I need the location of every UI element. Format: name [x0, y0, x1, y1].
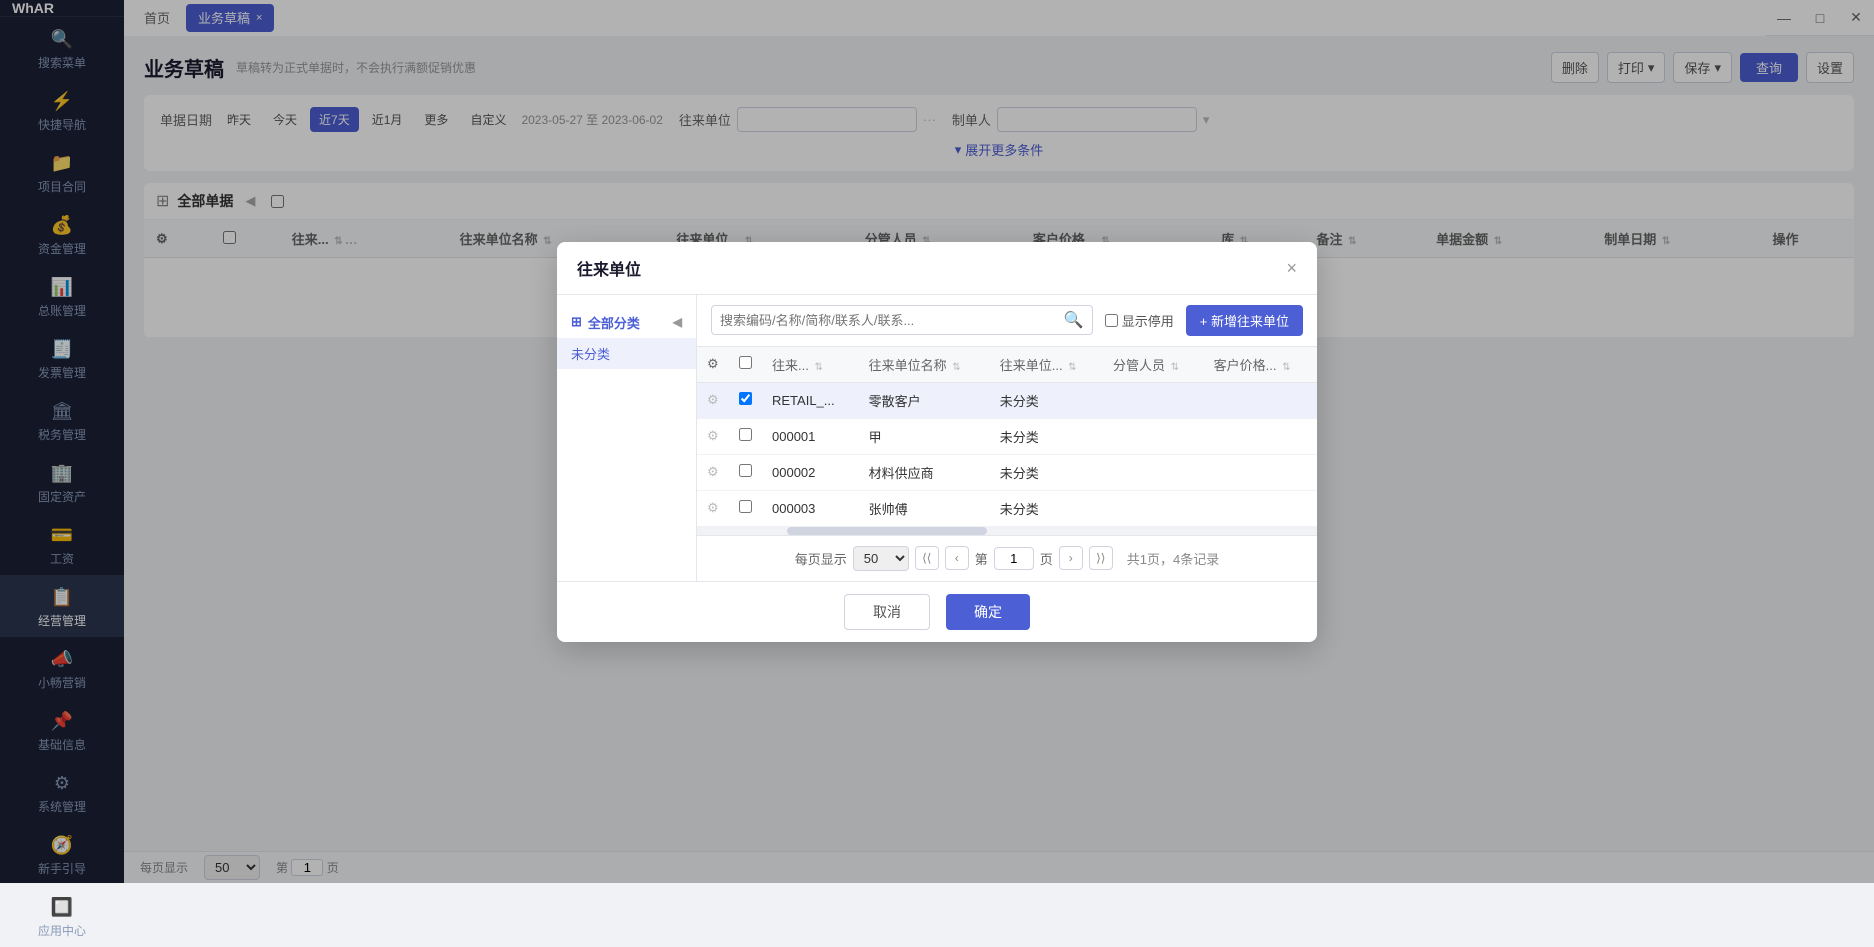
- show-disabled-label: 显示停用: [1122, 311, 1174, 330]
- next-page-button[interactable]: ›: [1059, 546, 1083, 570]
- row-settings: ⚙: [697, 382, 729, 418]
- dth-name: 往来单位名称 ⇅: [859, 347, 990, 383]
- dialog-search-box: 🔍: [711, 305, 1093, 335]
- show-disabled-checkbox[interactable]: [1105, 314, 1118, 327]
- row-name: 张帅傅: [859, 490, 990, 526]
- pagination-total: 共1页，4条记录: [1127, 549, 1219, 568]
- sidebar-item-apps[interactable]: 🔲 应用中心: [0, 885, 124, 947]
- dialog-table-row[interactable]: ⚙ 000002 材料供应商 未分类: [697, 454, 1317, 490]
- per-page-label: 每页显示: [795, 549, 847, 568]
- row-manager: [1103, 490, 1204, 526]
- category-unclassified-label: 未分类: [571, 347, 610, 362]
- row-category: 未分类: [990, 454, 1103, 490]
- row-price: [1204, 490, 1317, 526]
- apps-icon: 🔲: [51, 897, 73, 918]
- dialog-pagination: 每页显示 50 100 ⟨⟨ ‹ 第 页 › ⟩⟩ 共1页，4条记录: [697, 535, 1317, 581]
- dth-settings: ⚙: [697, 347, 729, 383]
- cancel-button[interactable]: 取消: [844, 594, 930, 630]
- page-input[interactable]: [994, 547, 1034, 570]
- row-checkbox[interactable]: [729, 454, 762, 490]
- partner-dialog: 往来单位 × ⊞ 全部分类 ◀ 未分类: [557, 242, 1317, 642]
- dialog-table-row[interactable]: ⚙ 000001 甲 未分类: [697, 418, 1317, 454]
- row-name: 材料供应商: [859, 454, 990, 490]
- dialog-scrollbar[interactable]: [697, 527, 1317, 535]
- dth-code: 往来... ⇅: [762, 347, 859, 383]
- row-manager: [1103, 418, 1204, 454]
- dialog-footer: 取消 确定: [557, 581, 1317, 642]
- dialog-table-row[interactable]: ⚙ RETAIL_... 零散客户 未分类: [697, 382, 1317, 418]
- show-disabled-toggle[interactable]: 显示停用: [1105, 311, 1174, 330]
- row-code: RETAIL_...: [762, 382, 859, 418]
- row-checkbox[interactable]: [729, 382, 762, 418]
- dialog-table-wrap: ⚙ 往来... ⇅ 往来单位名称 ⇅ 往来单位... ⇅ 分管人员 ⇅ 客户价格…: [697, 347, 1317, 527]
- dialog-close-button[interactable]: ×: [1286, 259, 1297, 277]
- dialog-title: 往来单位: [577, 256, 641, 280]
- category-all-label: 全部分类: [588, 313, 640, 332]
- row-name: 零散客户: [859, 382, 990, 418]
- row-manager: [1103, 454, 1204, 490]
- row-price: [1204, 418, 1317, 454]
- row-code: 000001: [762, 418, 859, 454]
- dialog-right-panel: 🔍 显示停用 + 新增往来单位 ⚙: [697, 295, 1317, 581]
- prev-page-button[interactable]: ‹: [945, 546, 969, 570]
- row-category: 未分类: [990, 418, 1103, 454]
- row-settings: ⚙: [697, 490, 729, 526]
- dialog-header: 往来单位 ×: [557, 242, 1317, 295]
- row-settings: ⚙: [697, 418, 729, 454]
- row-name: 甲: [859, 418, 990, 454]
- category-unclassified[interactable]: 未分类: [557, 338, 696, 369]
- row-price: [1204, 382, 1317, 418]
- row-checkbox[interactable]: [729, 490, 762, 526]
- first-page-button[interactable]: ⟨⟨: [915, 546, 939, 570]
- row-price: [1204, 454, 1317, 490]
- row-manager: [1103, 382, 1204, 418]
- confirm-button[interactable]: 确定: [946, 594, 1030, 630]
- dialog-search-input[interactable]: [720, 313, 1058, 328]
- add-partner-button[interactable]: + 新增往来单位: [1186, 305, 1303, 336]
- search-icon: 🔍: [1064, 310, 1084, 330]
- category-all[interactable]: ⊞ 全部分类 ◀: [557, 307, 696, 338]
- dialog-overlay: 往来单位 × ⊞ 全部分类 ◀ 未分类: [0, 0, 1874, 883]
- dialog-body: ⊞ 全部分类 ◀ 未分类 🔍 显示停用: [557, 295, 1317, 581]
- page-prefix-label: 第: [975, 549, 988, 568]
- dialog-table: ⚙ 往来... ⇅ 往来单位名称 ⇅ 往来单位... ⇅ 分管人员 ⇅ 客户价格…: [697, 347, 1317, 527]
- row-code: 000002: [762, 454, 859, 490]
- dialog-left-panel: ⊞ 全部分类 ◀ 未分类: [557, 295, 697, 581]
- sidebar-item-label: 应用中心: [38, 922, 86, 939]
- dth-price: 客户价格... ⇅: [1204, 347, 1317, 383]
- last-page-button[interactable]: ⟩⟩: [1089, 546, 1113, 570]
- row-settings: ⚙: [697, 454, 729, 490]
- dth-manager: 分管人员 ⇅: [1103, 347, 1204, 383]
- row-code: 000003: [762, 490, 859, 526]
- grid-small-icon: ⊞: [571, 314, 582, 330]
- row-category: 未分类: [990, 490, 1103, 526]
- dth-checkbox: [729, 347, 762, 383]
- dialog-table-header: ⚙ 往来... ⇅ 往来单位名称 ⇅ 往来单位... ⇅ 分管人员 ⇅ 客户价格…: [697, 347, 1317, 383]
- row-category: 未分类: [990, 382, 1103, 418]
- category-collapse-icon[interactable]: ◀: [673, 315, 682, 329]
- dialog-table-row[interactable]: ⚙ 000003 张帅傅 未分类: [697, 490, 1317, 526]
- dth-category: 往来单位... ⇅: [990, 347, 1103, 383]
- row-checkbox[interactable]: [729, 418, 762, 454]
- page-suffix-label: 页: [1040, 549, 1053, 568]
- dialog-scrollbar-thumb[interactable]: [787, 527, 987, 535]
- dialog-select-all[interactable]: [739, 356, 752, 369]
- dialog-toolbar: 🔍 显示停用 + 新增往来单位: [697, 295, 1317, 347]
- per-page-select[interactable]: 50 100: [853, 546, 909, 571]
